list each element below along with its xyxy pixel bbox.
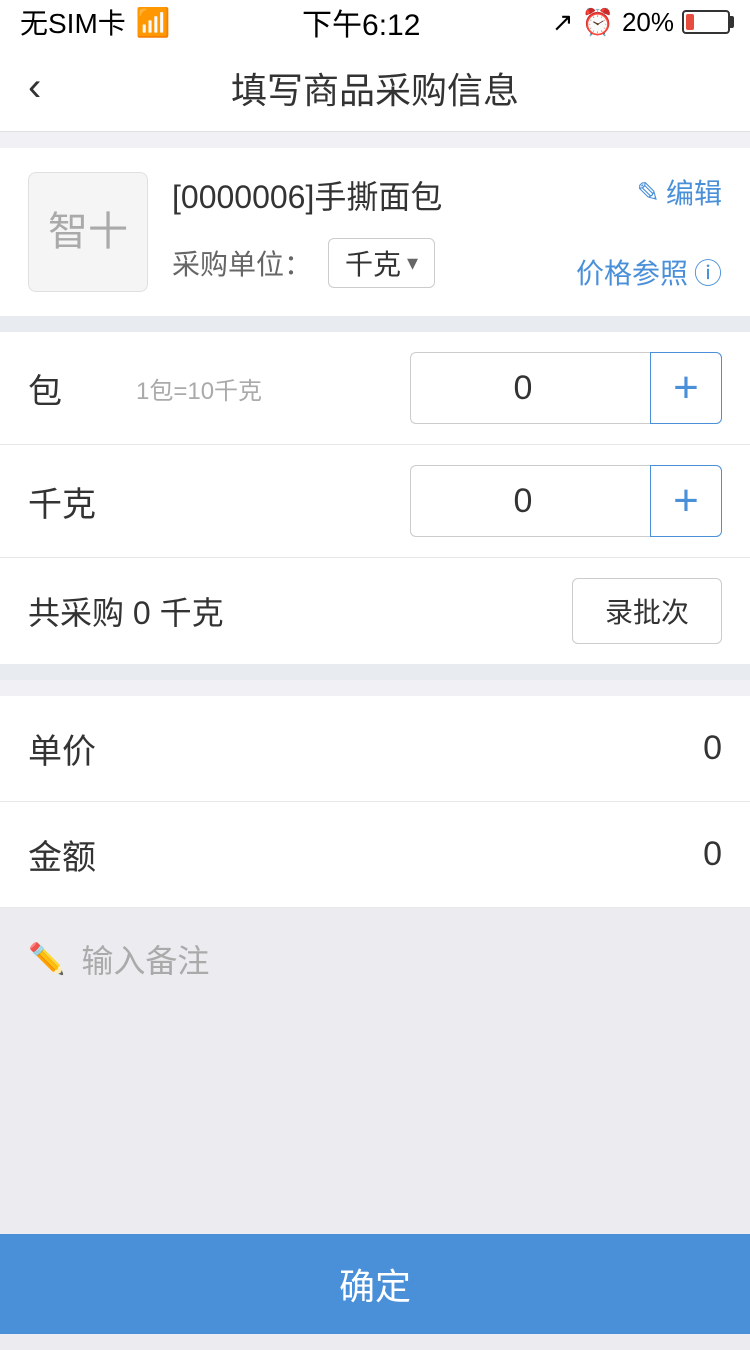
kg-input-wrap: + [128, 465, 722, 537]
amount-row: 金额 0 [0, 802, 750, 908]
carrier-label: 无SIM卡 [20, 2, 126, 42]
price-label: 单价 [28, 724, 96, 773]
summary-prefix: 共采购 [28, 595, 124, 631]
confirm-button[interactable]: 确定 [0, 1234, 750, 1334]
status-left: 无SIM卡 📶 [20, 2, 171, 42]
bag-input-wrap: + [262, 352, 722, 424]
bag-sub-label: 1包=10千克 [136, 371, 262, 406]
bag-quantity-input[interactable] [410, 352, 650, 424]
battery-icon [682, 10, 730, 34]
price-row: 单价 0 [0, 696, 750, 802]
bag-input-row: 包 1包=10千克 + [0, 332, 750, 445]
edit-icon: ✎ [637, 176, 660, 209]
unit-label: 采购单位： [172, 243, 312, 283]
kg-label: 千克 [28, 477, 128, 526]
product-card: 智十 [0000006]手撕面包 采购单位： 千克 ▾ ✎ 编辑 价格参照 ⓘ [0, 148, 750, 316]
location-icon: ↗ [552, 7, 574, 38]
nav-bar: ‹ 填写商品采购信息 [0, 44, 750, 132]
kg-plus-button[interactable]: + [650, 465, 722, 537]
price-value: 0 [703, 729, 722, 768]
status-time: 下午6:12 [302, 0, 420, 44]
batch-button[interactable]: 录批次 [572, 578, 722, 644]
kg-input-row: 千克 + [0, 445, 750, 558]
back-button[interactable]: ‹ [28, 65, 41, 110]
section-divider-2 [0, 664, 750, 680]
input-section: 包 1包=10千克 + 千克 + [0, 332, 750, 558]
product-thumb-text: 智十 [48, 212, 128, 252]
bag-label: 包 [28, 364, 128, 413]
summary-unit: 千克 [160, 595, 224, 631]
price-ref-label: 价格参照 [576, 252, 688, 292]
kg-quantity-input[interactable] [410, 465, 650, 537]
status-right: ↗ ⏰ 20% [552, 7, 730, 38]
info-icon: ⓘ [694, 252, 722, 292]
product-thumbnail: 智十 [28, 172, 148, 292]
amount-label: 金额 [28, 830, 96, 879]
note-section[interactable]: ✏️ 输入备注 [0, 908, 750, 1010]
section-divider-1 [0, 316, 750, 332]
status-bar: 无SIM卡 📶 下午6:12 ↗ ⏰ 20% [0, 0, 750, 44]
price-ref-button[interactable]: 价格参照 ⓘ [576, 252, 722, 292]
battery-percent: 20% [622, 7, 674, 38]
alarm-icon: ⏰ [582, 7, 614, 38]
summary-row: 共采购 0 千克 录批次 [0, 558, 750, 664]
detail-section: 单价 0 金额 0 [0, 696, 750, 908]
unit-select[interactable]: 千克 ▾ [328, 238, 435, 288]
edit-button[interactable]: ✎ 编辑 [637, 172, 722, 212]
note-placeholder: 输入备注 [81, 936, 209, 982]
bag-plus-button[interactable]: + [650, 352, 722, 424]
summary-text: 共采购 0 千克 [28, 588, 224, 634]
chevron-down-icon: ▾ [407, 250, 418, 276]
unit-value: 千克 [345, 243, 401, 283]
edit-label: 编辑 [666, 172, 722, 212]
pencil-icon: ✏️ [28, 942, 65, 977]
amount-value: 0 [703, 835, 722, 874]
wifi-icon: 📶 [136, 6, 171, 39]
summary-amount: 0 [133, 595, 151, 631]
page-title: 填写商品采购信息 [231, 62, 519, 114]
